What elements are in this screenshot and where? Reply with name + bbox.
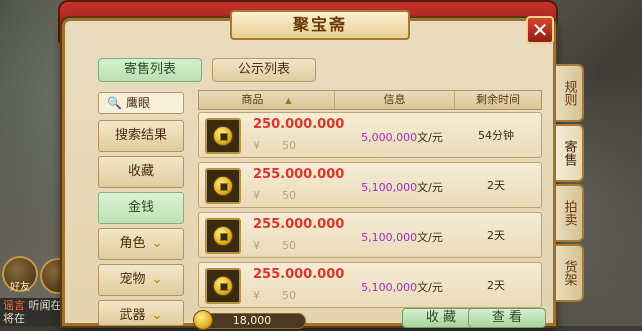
category-search-results[interactable]: 搜索结果 [98, 120, 184, 152]
side-tab-rules[interactable]: 规则 [556, 64, 584, 122]
category-weapon[interactable]: 武器 ⌄ [98, 300, 184, 326]
table-row[interactable]: 255.000.000 ¥50 5,100,000文/元 2天 [198, 162, 542, 208]
row-price: 255.000.000 [253, 267, 345, 282]
tab-consignment-list[interactable]: 寄售列表 [98, 58, 202, 82]
header-product-label: 商品 [241, 93, 264, 106]
yen-icon: ¥ [253, 189, 260, 202]
item-slot [205, 168, 241, 204]
category-label: 角色 [119, 236, 146, 251]
list-header: 商品 ▲ 信息 剩余时间 [198, 90, 542, 110]
row-rate: 5,100,000 [361, 231, 418, 244]
category-label: 金钱 [127, 200, 154, 215]
coin-icon [213, 226, 233, 246]
search-value: 鹰眼 [125, 96, 150, 110]
category-favorites[interactable]: 收藏 [98, 156, 184, 188]
category-label: 搜索结果 [114, 128, 167, 143]
side-tab-label: 寄售 [561, 140, 577, 166]
chevron-down-icon: ⌄ [151, 272, 163, 287]
row-price: 250.000.000 [253, 117, 345, 132]
row-sub: ¥50 [253, 289, 296, 302]
chat-tag: 谣言 [3, 299, 25, 312]
row-time: 2天 [487, 179, 505, 192]
row-qty: 50 [282, 239, 296, 252]
sort-asc-icon: ▲ [285, 96, 292, 105]
search-input[interactable]: 🔍 鹰眼 [98, 92, 184, 114]
search-icon: 🔍 [107, 96, 122, 110]
view-label: 查 看 [491, 310, 523, 325]
coin-icon [213, 276, 233, 296]
header-product[interactable]: 商品 ▲ [199, 91, 335, 109]
chat-line-1: 听闻在 [28, 299, 62, 312]
category-label: 收藏 [127, 164, 154, 179]
category-money[interactable]: 金钱 [98, 192, 184, 224]
row-qty: 50 [282, 189, 296, 202]
header-remaining: 剩余时间 [455, 91, 541, 109]
row-rate: 5,100,000 [361, 181, 418, 194]
category-pet[interactable]: 宠物 ⌄ [98, 264, 184, 296]
side-tab-auction[interactable]: 拍卖 [556, 184, 584, 242]
row-rate: 5,000,000 [361, 131, 418, 144]
row-rate-unit: 文/元 [417, 231, 443, 244]
close-button[interactable]: ✕ [526, 16, 554, 44]
row-rate-unit: 文/元 [417, 281, 443, 294]
row-info: 5,100,000文/元 [347, 179, 457, 195]
friends-button[interactable]: 好友 [2, 256, 38, 293]
side-tab-shelf[interactable]: 货架 [556, 244, 584, 302]
row-time: 2天 [487, 279, 505, 292]
row-sub: ¥50 [253, 139, 296, 152]
coin-icon [213, 176, 233, 196]
row-rate-unit: 文/元 [417, 131, 443, 144]
favorite-label: 收 藏 [425, 310, 457, 325]
item-slot [205, 118, 241, 154]
row-qty: 50 [282, 139, 296, 152]
table-row[interactable]: 255.000.000 ¥50 5,100,000文/元 2天 [198, 212, 542, 258]
row-price: 255.000.000 [253, 217, 345, 232]
row-time: 54分钟 [478, 129, 514, 142]
header-remaining-label: 剩余时间 [476, 93, 520, 106]
yen-icon: ¥ [253, 139, 260, 152]
chevron-down-icon: ⌄ [151, 308, 163, 323]
row-qty: 50 [282, 289, 296, 302]
row-rate-unit: 文/元 [417, 181, 443, 194]
window-title: 聚宝斋 [230, 10, 410, 40]
gold-balance: 18,000 [193, 310, 306, 330]
friends-label: 好友 [10, 282, 30, 293]
table-row[interactable]: 255.000.000 ¥50 5,100,000文/元 2天 [198, 262, 542, 308]
item-slot [205, 268, 241, 304]
item-slot [205, 218, 241, 254]
table-row[interactable]: 250.000.000 ¥50 5,000,000文/元 54分钟 [198, 112, 542, 158]
row-info: 5,000,000文/元 [347, 129, 457, 145]
category-label: 宠物 [119, 272, 146, 287]
row-rate: 5,100,000 [361, 281, 418, 294]
tab-public-list[interactable]: 公示列表 [212, 58, 316, 82]
chevron-down-icon: ⌄ [151, 236, 163, 251]
view-button[interactable]: 查 看 [468, 308, 546, 328]
gold-amount: 18,000 [232, 314, 272, 327]
header-info: 信息 [335, 91, 455, 109]
row-time: 2天 [487, 229, 505, 242]
chat-line-2: 将在 [3, 312, 25, 325]
coin-icon [193, 310, 213, 330]
row-info: 5,100,000文/元 [347, 279, 457, 295]
coin-icon [213, 126, 233, 146]
row-sub: ¥50 [253, 239, 296, 252]
header-info-label: 信息 [383, 93, 406, 106]
row-price: 255.000.000 [253, 167, 345, 182]
category-label: 武器 [119, 308, 146, 323]
yen-icon: ¥ [253, 239, 260, 252]
side-tab-label: 拍卖 [561, 200, 577, 226]
row-info: 5,100,000文/元 [347, 229, 457, 245]
row-sub: ¥50 [253, 189, 296, 202]
side-tab-label: 规则 [561, 80, 577, 106]
side-tab-label: 货架 [561, 260, 577, 286]
category-character[interactable]: 角色 ⌄ [98, 228, 184, 260]
side-tab-consign[interactable]: 寄售 [556, 124, 584, 182]
yen-icon: ¥ [253, 289, 260, 302]
close-icon: ✕ [531, 18, 549, 42]
